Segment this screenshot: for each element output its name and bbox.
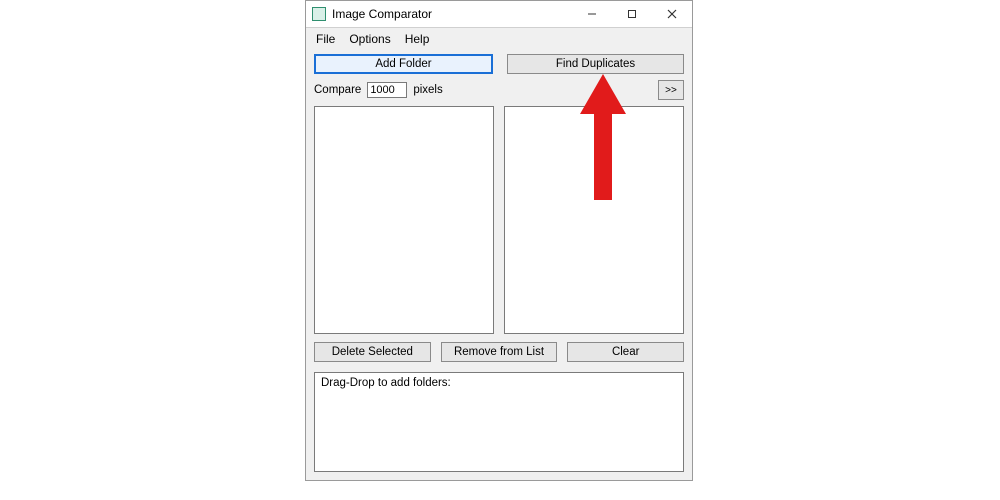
compare-pixels-input[interactable] (367, 82, 407, 98)
left-list-pane[interactable] (314, 106, 494, 334)
right-preview-pane[interactable] (504, 106, 684, 334)
top-button-row: Add Folder Find Duplicates (314, 54, 684, 74)
find-duplicates-button[interactable]: Find Duplicates (507, 54, 684, 74)
close-button[interactable] (652, 1, 692, 27)
maximize-icon (627, 9, 637, 19)
app-icon (312, 7, 326, 21)
action-button-row: Delete Selected Remove from List Clear (314, 342, 684, 362)
close-icon (667, 9, 677, 19)
maximize-button[interactable] (612, 1, 652, 27)
remove-from-list-button[interactable]: Remove from List (441, 342, 558, 362)
menu-help[interactable]: Help (405, 32, 430, 46)
app-window: Image Comparator File Options Help Add F… (305, 0, 693, 481)
window-controls (572, 1, 692, 27)
clear-button[interactable]: Clear (567, 342, 684, 362)
minimize-icon (587, 9, 597, 19)
title-bar: Image Comparator (306, 1, 692, 28)
add-folder-button[interactable]: Add Folder (314, 54, 493, 74)
stage: Image Comparator File Options Help Add F… (0, 0, 1000, 500)
drop-area[interactable]: Drag-Drop to add folders: (314, 372, 684, 472)
minimize-button[interactable] (572, 1, 612, 27)
menu-file[interactable]: File (316, 32, 335, 46)
expand-button[interactable]: >> (658, 80, 684, 100)
compare-row: Compare pixels >> (314, 80, 684, 100)
menu-bar: File Options Help (306, 28, 692, 52)
drop-hint-label: Drag-Drop to add folders: (321, 377, 451, 389)
menu-options[interactable]: Options (349, 32, 390, 46)
panes-row (314, 106, 684, 334)
compare-unit-label: pixels (413, 84, 442, 96)
window-title: Image Comparator (332, 7, 572, 21)
content-area: Add Folder Find Duplicates Compare pixel… (306, 52, 692, 480)
compare-label: Compare (314, 84, 361, 96)
delete-selected-button[interactable]: Delete Selected (314, 342, 431, 362)
